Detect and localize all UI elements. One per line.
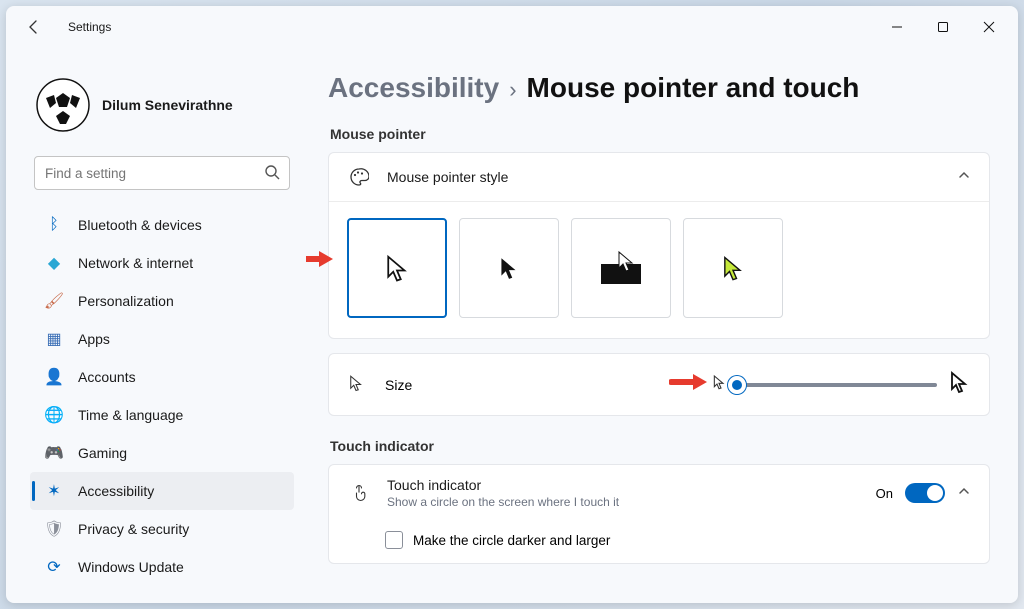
sidebar-item-label: Bluetooth & devices [78,217,202,233]
sidebar-item-bluetooth-devices[interactable]: ᛒ Bluetooth & devices [30,206,294,244]
back-button[interactable] [18,11,50,43]
circle-darker-larger-row[interactable]: Make the circle darker and larger [329,521,989,563]
sidebar-item-label: Gaming [78,445,127,461]
accessibility-icon: ✶ [44,481,64,501]
search-icon [264,164,280,185]
sidebar-item-label: Time & language [78,407,183,423]
search-box[interactable] [34,156,290,190]
pointer-size-card: Size [328,353,990,416]
main-content: Accessibility › Mouse pointer and touch … [306,48,1018,603]
pointer-style-black[interactable] [459,218,559,318]
nav-list: ᛒ Bluetooth & devices ◆ Network & internet 🖌… [30,206,294,603]
sidebar-item-label: Accounts [78,369,136,385]
sidebar-item-apps[interactable]: ▦ Apps [30,320,294,358]
cursor-small-icon [347,374,369,396]
pointer-size-slider[interactable] [711,370,971,399]
privacy-icon: 🛡 [44,519,64,539]
sidebar-item-label: Apps [78,331,110,347]
time-language-icon: 🌐 [44,405,64,425]
chevron-up-icon [957,168,971,187]
network-icon: ◆ [44,253,64,273]
mouse-pointer-style-header[interactable]: Mouse pointer style [329,153,989,201]
breadcrumb-current: Mouse pointer and touch [527,72,860,104]
circle-darker-larger-label: Make the circle darker and larger [413,533,610,548]
pointer-style-options [329,202,989,338]
sidebar-item-personalization[interactable]: 🖌 Personalization [30,282,294,320]
breadcrumb: Accessibility › Mouse pointer and touch [328,72,990,104]
toggle-state-label: On [876,486,893,501]
avatar [36,78,90,132]
sidebar-item-label: Accessibility [78,483,154,499]
maximize-button[interactable] [920,9,966,45]
breadcrumb-parent[interactable]: Accessibility [328,72,499,104]
bluetooth-icon: ᛒ [44,215,64,235]
sidebar-item-label: Privacy & security [78,521,189,537]
touch-indicator-row[interactable]: Touch indicator Show a circle on the scr… [329,465,989,521]
pointer-style-inverted[interactable] [571,218,671,318]
sidebar-item-label: Personalization [78,293,174,309]
sidebar-item-label: Network & internet [78,255,193,271]
sidebar-item-windows-update[interactable]: ⟳ Windows Update [30,548,294,586]
titlebar: Settings [6,6,1018,48]
mouse-pointer-style-card: Mouse pointer style [328,152,990,339]
touch-indicator-subtitle: Show a circle on the screen where I touc… [387,495,619,509]
slider-track[interactable] [737,383,937,387]
sidebar: Dilum Senevirathne ᛒ Bluetooth & devices ◆… [6,48,306,603]
profile-name: Dilum Senevirathne [102,97,233,113]
size-label: Size [385,377,412,393]
annotation-arrow-1 [306,247,335,271]
slider-thumb[interactable] [728,376,746,394]
minimize-button[interactable] [874,9,920,45]
palette-icon [347,165,371,189]
apps-icon: ▦ [44,329,64,349]
circle-darker-larger-checkbox[interactable] [385,531,403,549]
sidebar-item-gaming[interactable]: 🎮 Gaming [30,434,294,472]
cursor-min-icon [711,374,727,395]
section-heading-touch-indicator: Touch indicator [330,438,988,454]
sidebar-item-time-language[interactable]: 🌐 Time & language [30,396,294,434]
touch-icon [347,481,371,505]
pointer-style-white[interactable] [347,218,447,318]
touch-indicator-card: Touch indicator Show a circle on the scr… [328,464,990,564]
sidebar-item-accounts[interactable]: 👤 Accounts [30,358,294,396]
chevron-up-icon [957,484,971,503]
sidebar-item-accessibility[interactable]: ✶ Accessibility [30,472,294,510]
settings-window: Settings [6,6,1018,603]
search-input[interactable] [34,156,290,190]
mouse-pointer-style-label: Mouse pointer style [387,169,508,185]
window-title: Settings [68,20,111,34]
touch-indicator-title: Touch indicator [387,477,619,493]
personalization-icon: 🖌 [44,291,64,311]
touch-indicator-toggle[interactable] [905,483,945,503]
sidebar-item-privacy-security[interactable]: 🛡 Privacy & security [30,510,294,548]
profile-block[interactable]: Dilum Senevirathne [30,48,294,150]
annotation-arrow-2 [669,370,709,394]
cursor-max-icon [947,370,971,399]
sidebar-item-label: Windows Update [78,559,184,575]
chevron-right-icon: › [509,77,516,103]
section-heading-mouse-pointer: Mouse pointer [330,126,988,142]
gaming-icon: 🎮 [44,443,64,463]
pointer-style-custom-color[interactable] [683,218,783,318]
close-button[interactable] [966,9,1012,45]
accounts-icon: 👤 [44,367,64,387]
update-icon: ⟳ [44,557,64,577]
sidebar-item-network-internet[interactable]: ◆ Network & internet [30,244,294,282]
window-controls [874,9,1012,45]
